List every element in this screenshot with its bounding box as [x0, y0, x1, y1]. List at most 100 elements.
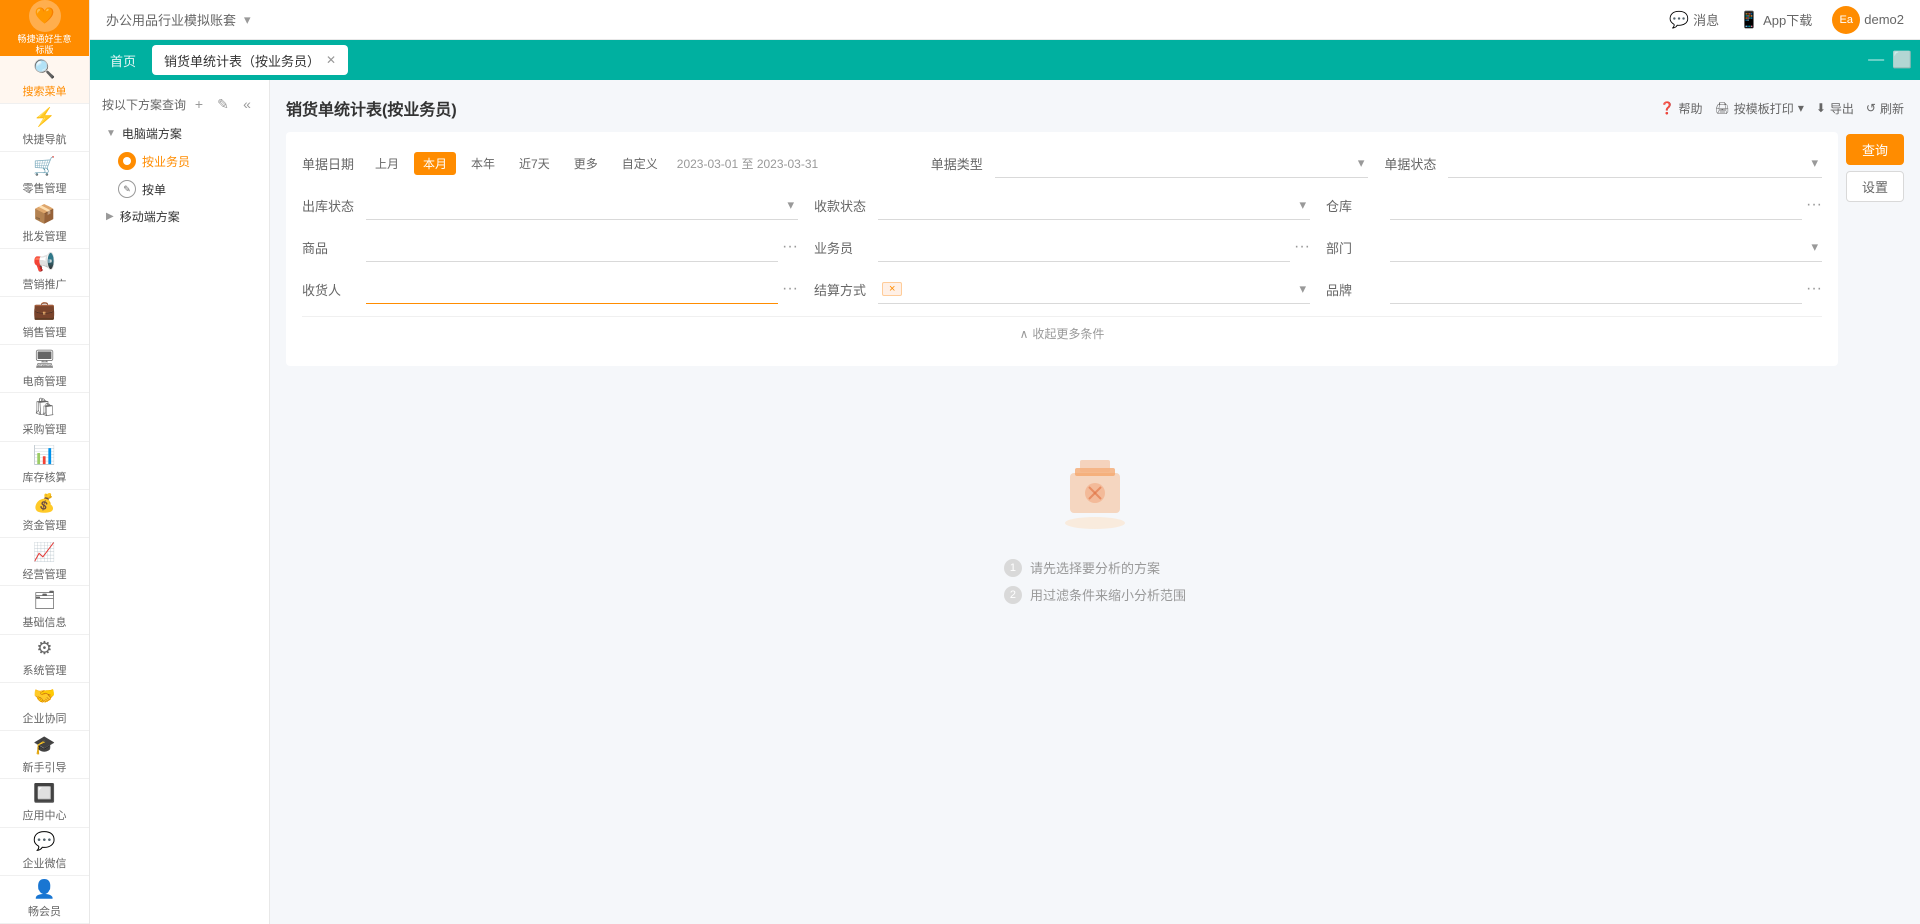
sidebar-item-shortcut[interactable]: ⚡ 快捷导航	[0, 104, 89, 152]
sidebar-item-business[interactable]: 📈 经营管理	[0, 538, 89, 586]
filter-row-4: 收货人 ··· 结算方式 ×	[302, 274, 1822, 304]
sidebar-newbie-label: 新手引导	[23, 759, 67, 775]
marketing-icon: 📢	[33, 252, 55, 273]
sidebar-item-wechat[interactable]: 💬 企业微信	[0, 828, 89, 876]
empty-tip-1-text: 请先选择要分析的方案	[1030, 558, 1160, 577]
brand-dots-button[interactable]: ···	[1806, 280, 1822, 298]
consignee-dots-button[interactable]: ···	[782, 280, 798, 298]
department-label: 部门	[1326, 238, 1382, 257]
sidebar-wholesale-label: 批发管理	[23, 228, 67, 244]
print-button[interactable]: 🖨 按模板打印 ▾	[1715, 100, 1804, 117]
sidebar-item-enterprise[interactable]: 🤝 企业协同	[0, 683, 89, 731]
sidebar-item-system[interactable]: ⚙ 系统管理	[0, 635, 89, 683]
date-btn-last-month[interactable]: 上月	[366, 152, 408, 175]
tree-item-by-order[interactable]: ✎ 按单	[118, 175, 269, 203]
filter-receipt-status: 收款状态 ▾	[814, 190, 1310, 220]
sales-icon: 💼	[33, 300, 55, 321]
out-status-dropdown-icon: ▾	[787, 197, 794, 213]
filter-consignee: 收货人 ···	[302, 274, 798, 304]
brand-input[interactable]	[1390, 274, 1802, 304]
sidebar-finance-label: 资金管理	[23, 517, 67, 533]
header-dropdown-icon[interactable]: ▾	[244, 12, 251, 28]
salesperson-dots-button[interactable]: ···	[1294, 238, 1310, 256]
sidebar-item-newbie[interactable]: 🎓 新手引导	[0, 731, 89, 779]
salesperson-input[interactable]	[878, 232, 1290, 262]
sidebar-item-member[interactable]: 👤 畅会员	[0, 876, 89, 924]
sidebar-member-label: 畅会员	[28, 903, 61, 919]
app-download-button[interactable]: 📱 App下载	[1739, 10, 1812, 30]
filter-side-actions: 查询 设置	[1846, 132, 1904, 378]
goods-dots-button[interactable]: ···	[782, 238, 798, 256]
content-area: 按以下方案查询 + ✎ « ▼ 电脑端方案 按业务员	[90, 80, 1920, 924]
page-header: 销货单统计表(按业务员) ❓ 帮助 🖨 按模板打印 ▾ ⬇ 导出	[286, 96, 1904, 120]
warehouse-dots-button[interactable]: ···	[1806, 196, 1822, 214]
collapse-panel-button[interactable]: «	[237, 94, 257, 114]
sidebar-business-label: 经营管理	[23, 566, 67, 582]
date-btn-custom[interactable]: 自定义	[613, 152, 667, 175]
sidebar-item-marketing[interactable]: 📢 营销推广	[0, 249, 89, 297]
date-btn-this-month[interactable]: 本月	[414, 152, 456, 175]
add-scheme-button[interactable]: +	[189, 94, 209, 114]
sidebar-item-apps[interactable]: 🔲 应用中心	[0, 779, 89, 827]
sidebar-search-label: 搜索菜单	[23, 83, 67, 99]
payment-method-select[interactable]: × ▾	[878, 274, 1310, 304]
purchase-icon: 🛍	[33, 397, 56, 418]
warehouse-label: 仓库	[1326, 196, 1382, 215]
doc-type-select[interactable]: ▾	[995, 148, 1369, 178]
wholesale-icon: 📦	[33, 204, 55, 225]
receipt-status-select[interactable]: ▾	[878, 190, 1310, 220]
tab-restore-icon[interactable]: ⬜	[1892, 50, 1912, 70]
message-button[interactable]: 💬 消息	[1669, 10, 1719, 30]
tab-sales-stat[interactable]: 销货单统计表（按业务员） ✕	[152, 45, 348, 75]
apps-icon: 🔲	[33, 783, 55, 804]
app-download-icon: 📱	[1739, 10, 1759, 30]
sidebar-item-purchase[interactable]: 🛍 采购管理	[0, 393, 89, 441]
settings-button[interactable]: 设置	[1846, 171, 1904, 202]
sidebar-item-inventory[interactable]: 📊 库存核算	[0, 442, 89, 490]
goods-label: 商品	[302, 238, 358, 257]
sidebar-item-retail[interactable]: 🛒 零售管理	[0, 152, 89, 200]
sidebar-item-ecommerce[interactable]: 🖥 电商管理	[0, 345, 89, 393]
user-profile[interactable]: Ea demo2	[1832, 6, 1904, 34]
tab-close-icon[interactable]: ✕	[326, 53, 336, 67]
date-btn-last-7days[interactable]: 近7天	[510, 152, 559, 175]
main-area: 办公用品行业模拟账套 ▾ 💬 消息 📱 App下载 Ea demo2 首页 销货…	[90, 0, 1920, 924]
date-btn-more[interactable]: 更多	[565, 152, 607, 175]
payment-tag-close[interactable]: ×	[889, 283, 895, 295]
department-select[interactable]: ▾	[1390, 232, 1822, 262]
collapse-button[interactable]: ∧ 收起更多条件	[1020, 325, 1105, 342]
warehouse-input[interactable]	[1390, 190, 1802, 220]
tab-home[interactable]: 首页	[98, 45, 148, 75]
sidebar-logo[interactable]: 🧡 畅捷通好生意标版	[0, 0, 89, 56]
filter-brand: 品牌 ···	[1326, 274, 1822, 304]
sidebar-item-basic[interactable]: 🗂 基础信息	[0, 586, 89, 634]
sidebar-item-wholesale[interactable]: 📦 批发管理	[0, 200, 89, 248]
member-icon: 👤	[33, 879, 55, 900]
left-panel: 按以下方案查询 + ✎ « ▼ 电脑端方案 按业务员	[90, 80, 270, 924]
tree-mobile-section[interactable]: ▶ 移动端方案	[90, 203, 269, 230]
doc-status-select[interactable]: ▾	[1448, 148, 1822, 178]
sidebar-item-search[interactable]: 🔍 搜索菜单	[0, 56, 89, 104]
help-icon: ❓	[1660, 101, 1675, 115]
payment-tag: ×	[882, 282, 902, 296]
refresh-button[interactable]: ↺ 刷新	[1866, 100, 1904, 117]
out-status-select[interactable]: ▾	[366, 190, 798, 220]
empty-tip-2: 2 用过滤条件来缩小分析范围	[1004, 585, 1186, 604]
sidebar-item-sales[interactable]: 💼 销售管理	[0, 297, 89, 345]
tree-item-by-salesperson[interactable]: 按业务员	[118, 147, 269, 175]
date-btn-this-year[interactable]: 本年	[462, 152, 504, 175]
consignee-input[interactable]	[366, 274, 778, 304]
goods-input[interactable]	[366, 232, 778, 262]
sidebar: 🧡 畅捷通好生意标版 🔍 搜索菜单 ⚡ 快捷导航 🛒 零售管理 📦 批发管理 📢…	[0, 0, 90, 924]
tree-desktop-section[interactable]: ▼ 电脑端方案	[90, 120, 269, 147]
query-button[interactable]: 查询	[1846, 134, 1904, 165]
right-panel: 销货单统计表(按业务员) ❓ 帮助 🖨 按模板打印 ▾ ⬇ 导出	[270, 80, 1920, 924]
edit-scheme-button[interactable]: ✎	[213, 94, 233, 114]
sidebar-item-finance[interactable]: 💰 资金管理	[0, 490, 89, 538]
payment-method-label: 结算方式	[814, 280, 870, 299]
help-button[interactable]: ❓ 帮助	[1660, 100, 1703, 117]
header-title: 办公用品行业模拟账套	[106, 10, 236, 29]
export-button[interactable]: ⬇ 导出	[1816, 100, 1854, 117]
tab-minimize-icon[interactable]: —	[1868, 51, 1884, 69]
enterprise-icon: 🤝	[33, 686, 55, 707]
